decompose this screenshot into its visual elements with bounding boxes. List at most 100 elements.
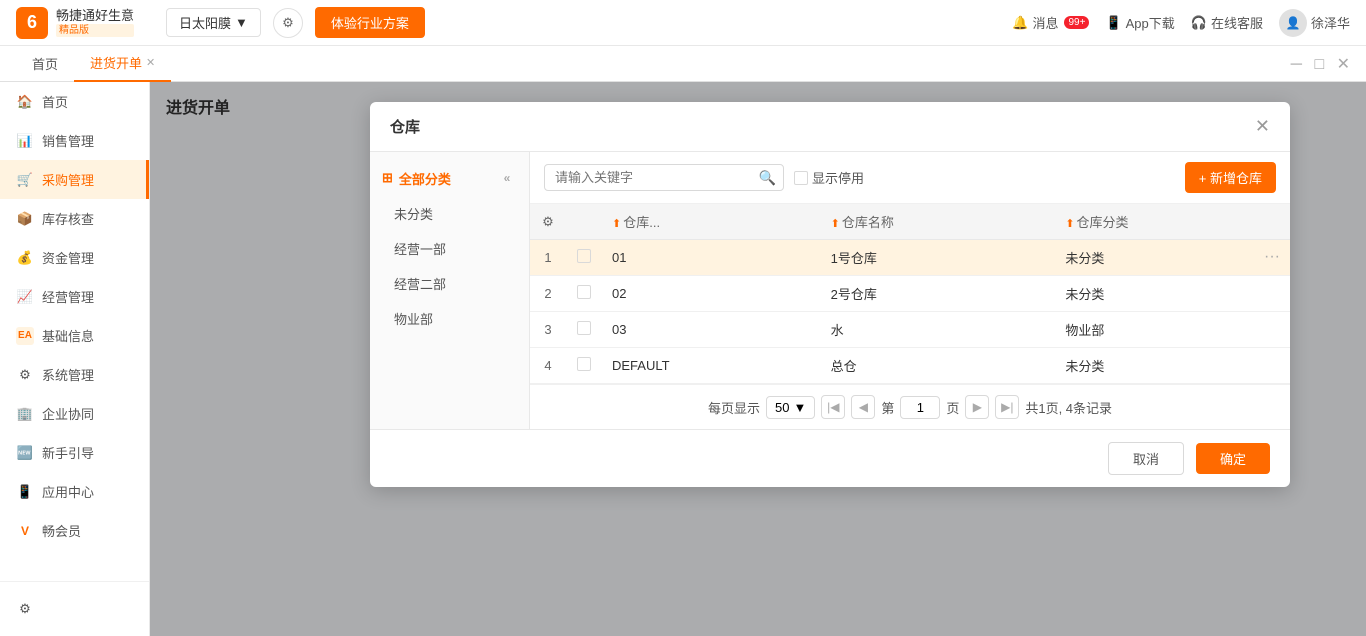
finance-icon: 💰 — [16, 249, 34, 267]
page-suffix-label: 页 — [946, 398, 959, 417]
first-page-button[interactable]: |◀ — [821, 395, 845, 419]
row-category: 未分类 — [1055, 276, 1290, 312]
sidebar-bottom: ⚙ — [0, 581, 149, 636]
dialog-close-button[interactable]: ✕ — [1255, 116, 1270, 137]
cancel-button[interactable]: 取消 — [1108, 442, 1184, 475]
show-disabled-toggle[interactable]: 显示停用 — [794, 168, 864, 187]
main-layout: 🏠 首页 📊 销售管理 🛒 采购管理 📦 库存核查 💰 资金管理 📈 经营管理 … — [0, 82, 1366, 636]
sidebar-item-basic[interactable]: EA 基础信息 — [0, 316, 149, 355]
add-warehouse-button[interactable]: + 新增仓库 — [1185, 162, 1276, 193]
row-checkbox[interactable] — [566, 276, 602, 312]
show-disabled-checkbox[interactable] — [794, 171, 808, 185]
bell-icon: 🔔 — [1012, 15, 1028, 31]
avatar: 👤 — [1279, 9, 1307, 37]
th-category[interactable]: ⬆仓库分类 — [1055, 204, 1290, 240]
minimize-icon[interactable]: ─ — [1291, 56, 1302, 73]
table-row[interactable]: 2 02 2号仓库 未分类 — [530, 276, 1290, 312]
row-checkbox[interactable] — [566, 348, 602, 384]
warehouse-dialog: 仓库 ✕ ⊞ 全部分类 « 未分类 经营一部 经营二部 — [370, 102, 1290, 487]
table-header-row: ⚙ ⬆仓库... ⬆仓库名称 ⬆仓库分类 — [530, 204, 1290, 240]
row-checkbox[interactable] — [566, 312, 602, 348]
th-settings: ⚙ — [530, 204, 566, 240]
category-item-ops2[interactable]: 经营二部 — [370, 266, 529, 301]
headset-icon: 🎧 — [1191, 15, 1207, 31]
dialog-main: 🔍 显示停用 + 新增仓库 — [530, 152, 1290, 429]
search-wrap: 🔍 — [544, 164, 784, 191]
page-text-label: 第 — [881, 398, 894, 417]
category-item-uncategorized[interactable]: 未分类 — [370, 196, 529, 231]
user-menu-button[interactable]: 👤 徐泽华 — [1279, 9, 1350, 37]
sidebar-item-member[interactable]: V 畅会员 — [0, 511, 149, 550]
grid-icon: ⊞ — [382, 170, 393, 186]
inventory-icon: 📦 — [16, 210, 34, 228]
confirm-button[interactable]: 确定 — [1196, 443, 1270, 474]
row-name: 总仓 — [821, 348, 1056, 384]
prev-page-button[interactable]: ◀ — [851, 395, 875, 419]
row-checkbox[interactable] — [566, 240, 602, 276]
maximize-icon[interactable]: □ — [1314, 56, 1324, 73]
row-num: 1 — [530, 240, 566, 276]
category-all-header[interactable]: ⊞ 全部分类 « — [370, 160, 529, 196]
category-item-property[interactable]: 物业部 — [370, 301, 529, 336]
dialog-header: 仓库 ✕ — [370, 102, 1290, 152]
notification-button[interactable]: 🔔 消息 99+ — [1012, 13, 1089, 32]
sidebar-item-purchase[interactable]: 🛒 采购管理 — [0, 160, 149, 199]
row-code: 01 — [602, 240, 821, 276]
sidebar: 🏠 首页 📊 销售管理 🛒 采购管理 📦 库存核查 💰 资金管理 📈 经营管理 … — [0, 82, 150, 636]
sidebar-item-finance[interactable]: 💰 资金管理 — [0, 238, 149, 277]
sidebar-item-operations[interactable]: 📈 经营管理 — [0, 277, 149, 316]
trial-button[interactable]: 体验行业方案 — [315, 7, 425, 38]
per-page-label: 每页显示 — [708, 398, 760, 417]
category-item-ops1[interactable]: 经营一部 — [370, 231, 529, 266]
search-input[interactable] — [544, 164, 784, 191]
tab-purchase-order[interactable]: 进货开单 ✕ — [74, 46, 171, 82]
tab-home[interactable]: 首页 — [16, 46, 74, 82]
total-info: 共1页, 4条记录 — [1025, 398, 1112, 417]
nav-selector[interactable]: 日太阳膜 ▼ — [166, 8, 261, 37]
sidebar-item-guide[interactable]: 🆕 新手引导 — [0, 433, 149, 472]
sidebar-item-home[interactable]: 🏠 首页 — [0, 82, 149, 121]
overlay: 仓库 ✕ ⊞ 全部分类 « 未分类 经营一部 经营二部 — [150, 82, 1366, 636]
row-category: 未分类··· — [1055, 240, 1290, 276]
tab-close-icon[interactable]: ✕ — [146, 56, 155, 69]
close-icon[interactable]: ✕ — [1337, 56, 1350, 73]
app-download-button[interactable]: 📱 App下载 — [1105, 13, 1174, 32]
enterprise-icon: 🏢 — [16, 405, 34, 423]
last-page-button[interactable]: ▶| — [995, 395, 1019, 419]
th-name[interactable]: ⬆仓库名称 — [821, 204, 1056, 240]
member-icon: V — [16, 522, 34, 540]
search-icon[interactable]: 🔍 — [759, 169, 776, 186]
apps-icon: 📱 — [16, 483, 34, 501]
sidebar-item-system[interactable]: ⚙ 系统管理 — [0, 355, 149, 394]
settings-bottom-button[interactable]: ⚙ — [0, 590, 149, 628]
sidebar-item-sales[interactable]: 📊 销售管理 — [0, 121, 149, 160]
online-service-button[interactable]: 🎧 在线客服 — [1191, 13, 1263, 32]
logo-text: 畅捷通好生意 精品版 — [56, 8, 134, 38]
row-num: 4 — [530, 348, 566, 384]
window-controls[interactable]: ─ □ ✕ — [1291, 54, 1350, 74]
collapse-sidebar-button[interactable]: « — [497, 168, 517, 188]
sidebar-item-inventory[interactable]: 📦 库存核查 — [0, 199, 149, 238]
per-page-select[interactable]: 50 ▼ — [766, 396, 815, 419]
sidebar-item-enterprise[interactable]: 🏢 企业协同 — [0, 394, 149, 433]
mobile-icon: 📱 — [1105, 15, 1121, 31]
row-num: 2 — [530, 276, 566, 312]
next-page-button[interactable]: ▶ — [965, 395, 989, 419]
row-code: 02 — [602, 276, 821, 312]
th-code[interactable]: ⬆仓库... — [602, 204, 821, 240]
settings-button[interactable]: ⚙ — [273, 8, 303, 38]
page-number-input[interactable] — [900, 396, 940, 419]
home-icon: 🏠 — [16, 93, 34, 111]
sidebar-item-apps[interactable]: 📱 应用中心 — [0, 472, 149, 511]
table-row[interactable]: 3 03 水 物业部 — [530, 312, 1290, 348]
chevron-down-icon: ▼ — [793, 400, 806, 415]
sales-icon: 📊 — [16, 132, 34, 150]
dialog-body: ⊞ 全部分类 « 未分类 经营一部 经营二部 物业部 — [370, 152, 1290, 429]
purchase-icon: 🛒 — [16, 171, 34, 189]
table-row[interactable]: 1 01 1号仓库 未分类··· — [530, 240, 1290, 276]
notification-badge: 99+ — [1064, 16, 1089, 29]
dialog-toolbar: 🔍 显示停用 + 新增仓库 — [530, 152, 1290, 204]
table-row[interactable]: 4 DEFAULT 总仓 未分类 — [530, 348, 1290, 384]
row-more-button[interactable]: ··· — [1264, 248, 1280, 266]
chevron-down-icon: ▼ — [235, 15, 248, 30]
